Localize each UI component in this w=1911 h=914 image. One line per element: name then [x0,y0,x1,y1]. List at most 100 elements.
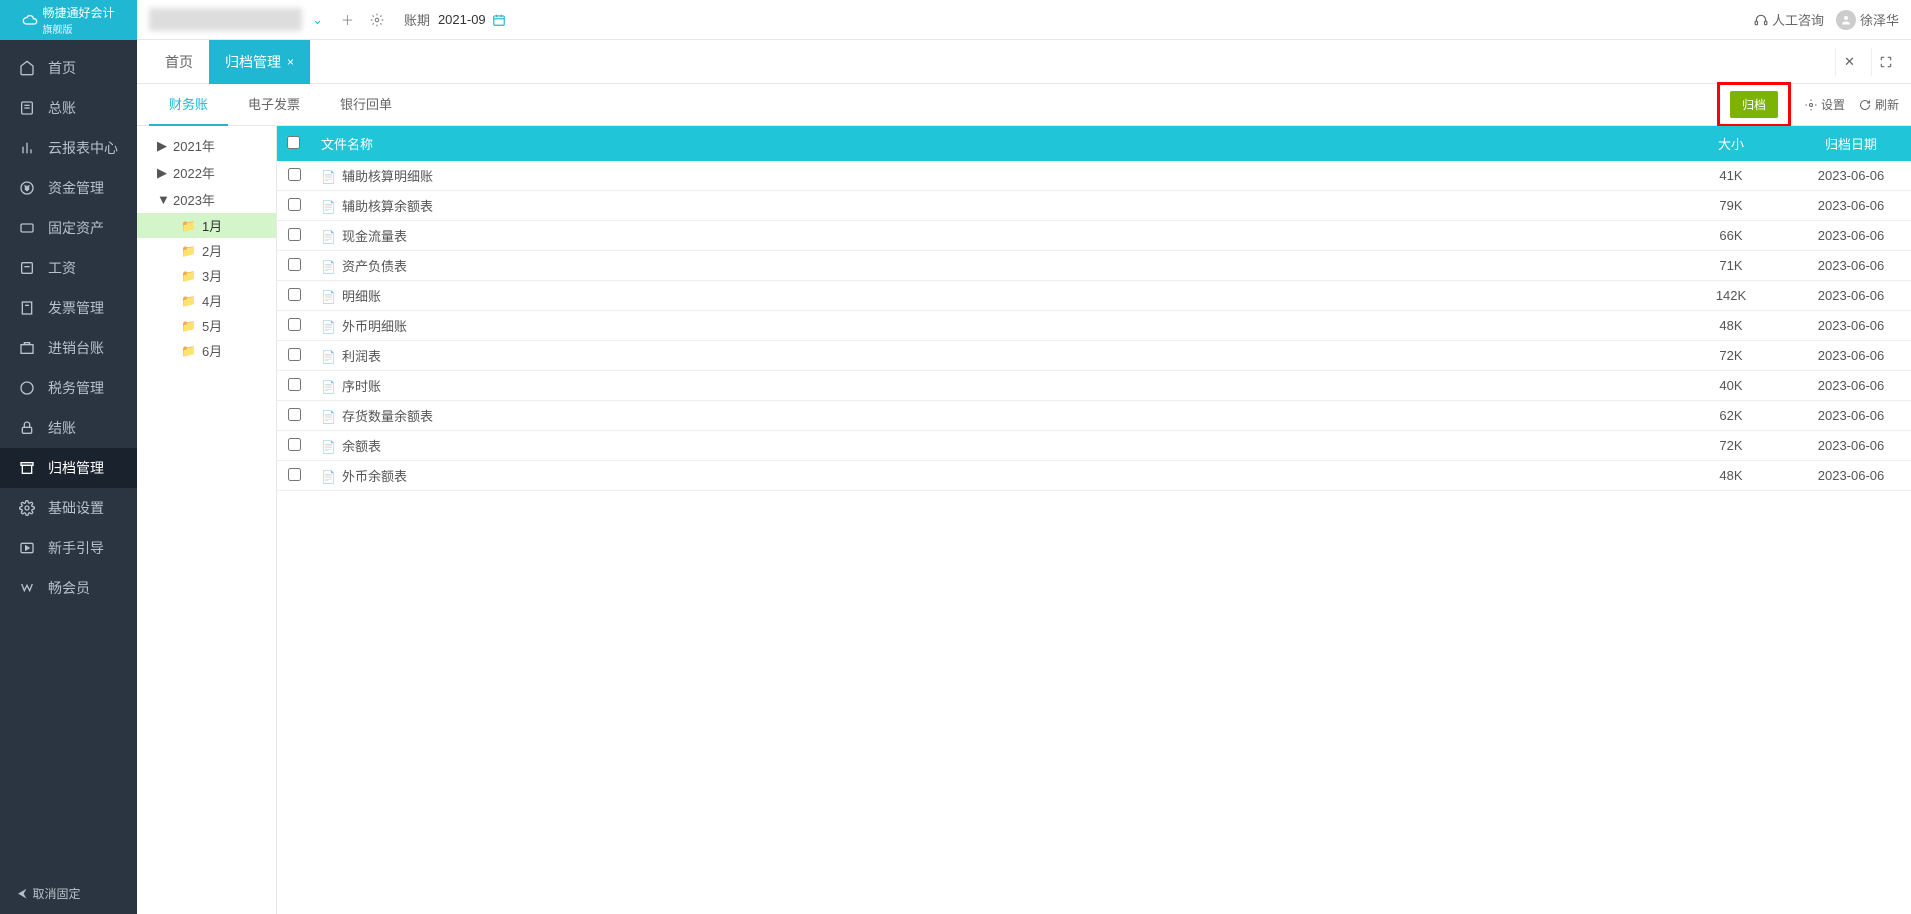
chevron-down-icon[interactable]: ⌄ [312,12,323,28]
gear-icon[interactable] [370,12,384,28]
tree-month-6[interactable]: 📁6月 [137,338,276,363]
money-icon: ¥ [18,179,36,197]
table-row[interactable]: 📄外币明细账48K2023-06-06 [277,311,1911,341]
nav-inventory[interactable]: 进销台账 [0,328,137,368]
nav-ledger[interactable]: 总账 [0,88,137,128]
caret-right-icon: ▶ [157,165,169,181]
nav-cloud-report[interactable]: 云报表中心 [0,128,137,168]
period-label: 账期 [404,10,430,29]
file-size: 66K [1671,221,1791,251]
tree-month-2[interactable]: 📁2月 [137,238,276,263]
file-name: 资产负债表 [342,259,407,274]
row-checkbox[interactable] [288,438,301,451]
row-checkbox[interactable] [288,468,301,481]
nav-home[interactable]: 首页 [0,48,137,88]
consult-button[interactable]: 人工咨询 [1754,10,1824,29]
tree-year-2023[interactable]: ▼2023年 [137,186,276,213]
tab-archive[interactable]: 归档管理 × [209,40,310,84]
file-size: 79K [1671,191,1791,221]
row-checkbox[interactable] [288,198,301,211]
highlight-archive: 归档 [1717,82,1791,127]
main: ⌄ ＋ 账期 2021-09 人工咨询 徐泽华 首页 [137,0,1911,914]
row-checkbox[interactable] [288,288,301,301]
folder-icon: 📁 [181,344,196,358]
nav-tax[interactable]: 税务管理 [0,368,137,408]
caret-down-icon: ▼ [157,192,169,207]
folder-icon: 📁 [181,319,196,333]
table-row[interactable]: 📄辅助核算明细账41K2023-06-06 [277,161,1911,191]
subtab-einvoice[interactable]: 电子发票 [228,84,320,126]
tree-year-2022[interactable]: ▶2022年 [137,159,276,186]
subtab-finance[interactable]: 财务账 [149,84,228,126]
tree-month-1[interactable]: 📁1月 [137,213,276,238]
nav-fixed-assets[interactable]: 固定资产 [0,208,137,248]
table-row[interactable]: 📄余额表72K2023-06-06 [277,431,1911,461]
file-size: 40K [1671,371,1791,401]
file-name: 辅助核算余额表 [342,199,433,214]
settings-button[interactable]: 设置 [1805,96,1845,113]
calendar-icon[interactable] [492,12,506,28]
body-area: ▶2021年 ▶2022年 ▼2023年 📁1月 📁2月 📁3月 📁4月 📁5月… [137,126,1911,914]
fullscreen-button[interactable] [1871,48,1899,76]
tree-year-2021[interactable]: ▶2021年 [137,132,276,159]
file-name: 辅助核算明细账 [342,169,433,184]
tree-month-5[interactable]: 📁5月 [137,313,276,338]
archive-button[interactable]: 归档 [1730,91,1778,118]
folder-icon: 📁 [181,269,196,283]
plus-icon[interactable]: ＋ [341,10,354,29]
period-value: 2021-09 [438,12,486,27]
nav-member[interactable]: 畅会员 [0,568,137,608]
file-name: 明细账 [342,289,381,304]
subtab-bank[interactable]: 银行回单 [320,84,412,126]
file-size: 62K [1671,401,1791,431]
headset-icon [1754,12,1768,28]
file-icon: 📄 [321,230,336,244]
nav-closing[interactable]: 结账 [0,408,137,448]
tree-month-3[interactable]: 📁3月 [137,263,276,288]
row-checkbox[interactable] [288,348,301,361]
table-row[interactable]: 📄资产负债表71K2023-06-06 [277,251,1911,281]
file-icon: 📄 [321,350,336,364]
nav-funds[interactable]: ¥资金管理 [0,168,137,208]
home-icon [18,59,36,77]
row-checkbox[interactable] [288,228,301,241]
sub-tabs: 财务账 电子发票 银行回单 归档 设置 刷新 [137,84,1911,126]
table-row[interactable]: 📄利润表72K2023-06-06 [277,341,1911,371]
row-checkbox[interactable] [288,408,301,421]
table-row[interactable]: 📄辅助核算余额表79K2023-06-06 [277,191,1911,221]
asset-icon [18,219,36,237]
table-row[interactable]: 📄存货数量余额表62K2023-06-06 [277,401,1911,431]
file-date: 2023-06-06 [1791,191,1911,221]
select-all-checkbox[interactable] [287,136,300,149]
file-icon: 📄 [321,320,336,334]
company-selector[interactable]: ⌄ ＋ 账期 2021-09 [149,8,506,31]
salary-icon [18,259,36,277]
tree-month-4[interactable]: 📁4月 [137,288,276,313]
close-all-button[interactable]: ✕ [1835,48,1863,76]
row-checkbox[interactable] [288,168,301,181]
svg-text:¥: ¥ [25,186,29,193]
user-menu[interactable]: 徐泽华 [1836,10,1899,30]
nav-salary[interactable]: 工资 [0,248,137,288]
close-icon[interactable]: × [287,55,294,69]
file-size: 72K [1671,341,1791,371]
table-row[interactable]: 📄现金流量表66K2023-06-06 [277,221,1911,251]
nav-archive[interactable]: 归档管理 [0,448,137,488]
tab-home[interactable]: 首页 [149,40,209,84]
nav-invoice[interactable]: 发票管理 [0,288,137,328]
table-row[interactable]: 📄外币余额表48K2023-06-06 [277,461,1911,491]
file-name: 外币余额表 [342,469,407,484]
table-row[interactable]: 📄序时账40K2023-06-06 [277,371,1911,401]
file-icon: 📄 [321,170,336,184]
row-checkbox[interactable] [288,378,301,391]
row-checkbox[interactable] [288,258,301,271]
refresh-button[interactable]: 刷新 [1859,96,1899,113]
table-row[interactable]: 📄明细账142K2023-06-06 [277,281,1911,311]
nav-settings[interactable]: 基础设置 [0,488,137,528]
file-icon: 📄 [321,260,336,274]
row-checkbox[interactable] [288,318,301,331]
sidebar-collapse[interactable]: ⮜ 取消固定 [0,873,137,914]
refresh-icon [1859,98,1871,112]
nav-guide[interactable]: 新手引导 [0,528,137,568]
top-header: ⌄ ＋ 账期 2021-09 人工咨询 徐泽华 [137,0,1911,40]
